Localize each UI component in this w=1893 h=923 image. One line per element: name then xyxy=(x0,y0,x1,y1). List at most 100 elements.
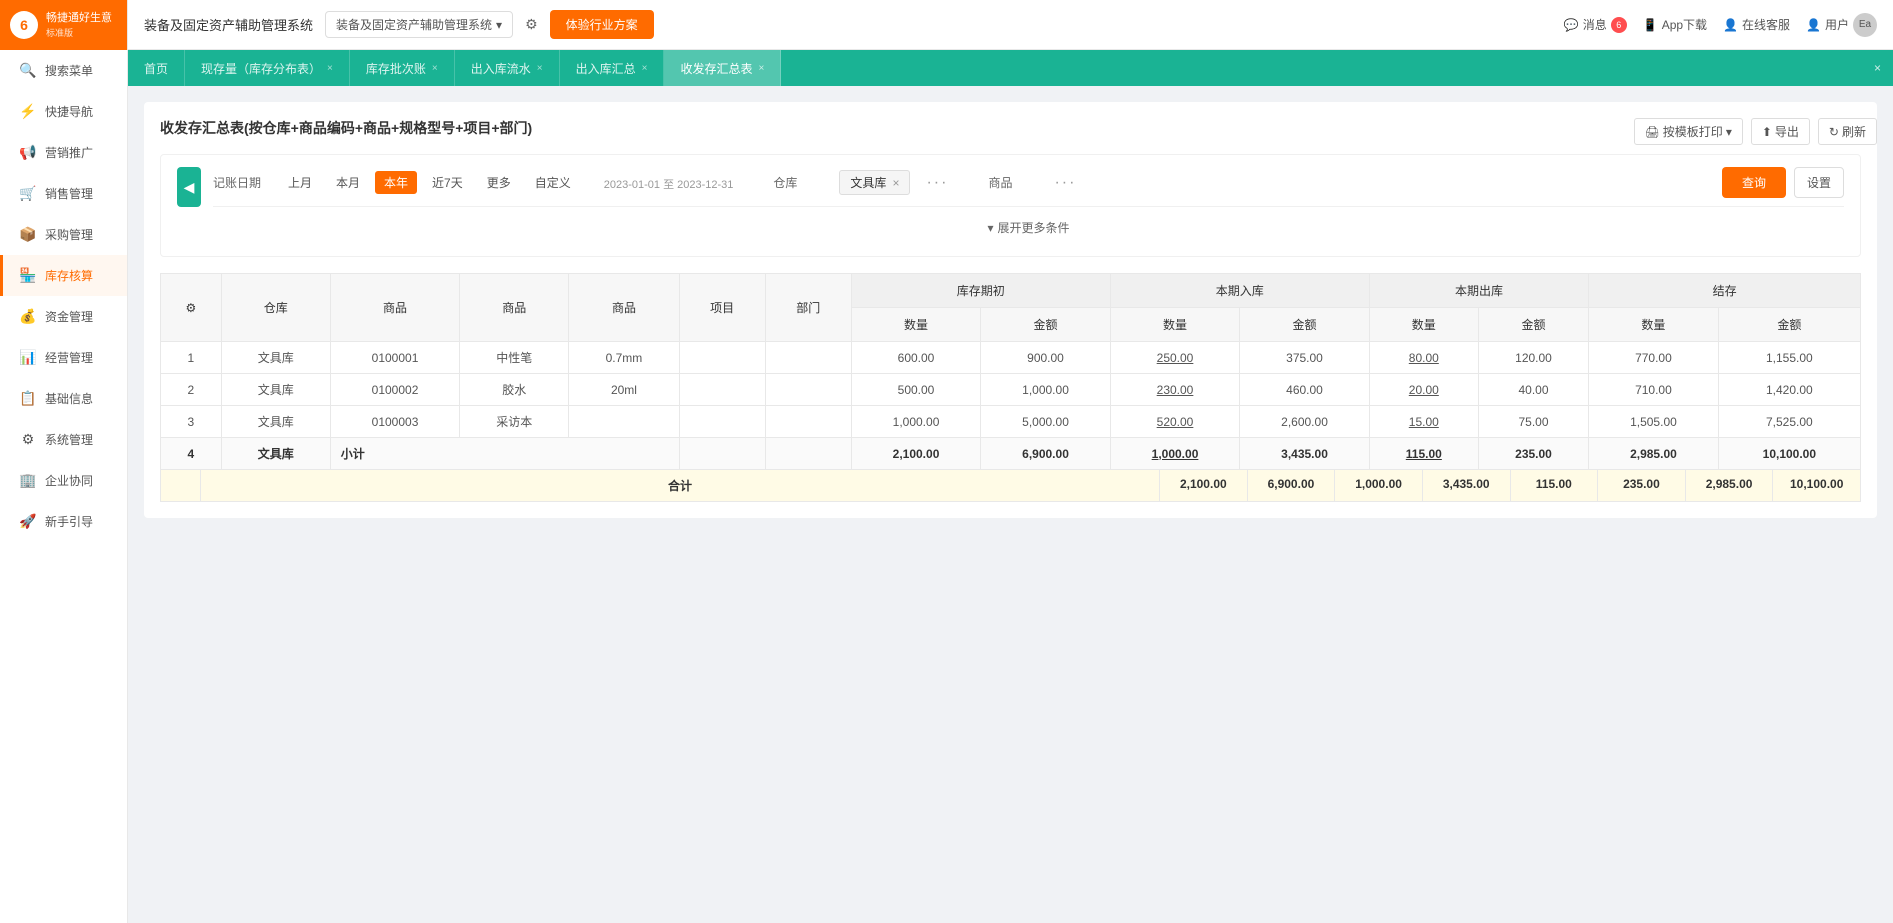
filter-content: 记账日期 上月 本月 本年 近7天 更多 自定义 2023-01-01 至 20… xyxy=(213,167,1844,244)
sidebar-item-quick-nav[interactable]: ⚡ 快捷导航 xyxy=(0,91,127,132)
row-close-qty: 770.00 xyxy=(1589,342,1719,374)
basic-info-icon: 📋 xyxy=(19,390,37,407)
sidebar-item-label: 系统管理 xyxy=(45,431,93,448)
tab-flow[interactable]: 出入库流水 × xyxy=(455,50,560,86)
row-dept xyxy=(765,406,851,438)
tab-batch[interactable]: 库存批次账 × xyxy=(350,50,455,86)
col-settings[interactable]: ⚙ xyxy=(161,274,222,342)
sidebar-item-marketing[interactable]: 📢 营销推广 xyxy=(0,132,127,173)
experience-btn[interactable]: 体验行业方案 xyxy=(550,10,654,39)
col-spec-header: 商品 xyxy=(569,274,679,342)
row-in-qty[interactable]: 230.00 xyxy=(1110,374,1240,406)
tab-summary-out[interactable]: 出入库汇总 × xyxy=(560,50,665,86)
subtotal-open-qty: 2,100.00 xyxy=(851,438,981,470)
col-warehouse-header: 仓库 xyxy=(221,274,330,342)
filter-collapse-btn[interactable]: ◀ xyxy=(177,167,201,207)
header-left: 装备及固定资产辅助管理系统 装备及固定资产辅助管理系统 ▾ ⚙ 体验行业方案 xyxy=(144,10,654,39)
sidebar-item-sales[interactable]: 🛒 销售管理 xyxy=(0,173,127,214)
warehouse-remove-icon[interactable]: × xyxy=(892,176,899,190)
tab-home[interactable]: 首页 xyxy=(128,50,185,86)
refresh-btn[interactable]: ↻ 刷新 xyxy=(1818,118,1877,145)
date-btn-custom[interactable]: 自定义 xyxy=(526,171,580,194)
date-btn-this-year[interactable]: 本年 xyxy=(375,171,417,194)
message-btn[interactable]: 💬 消息 6 xyxy=(1564,16,1627,33)
sidebar-item-enterprise[interactable]: 🏢 企业协同 xyxy=(0,460,127,501)
app-logo[interactable]: 6 畅捷通好生意 标准版 xyxy=(0,0,127,50)
table-row: 3 文具库 0100003 采访本 1,000.00 5,000.00 520.… xyxy=(161,406,1861,438)
row-close-amt: 7,525.00 xyxy=(1718,406,1860,438)
date-btn-last-month[interactable]: 上月 xyxy=(279,171,321,194)
warehouse-tag: 文具库 × xyxy=(839,170,910,195)
subtotal-out-amt: 235.00 xyxy=(1478,438,1588,470)
col-opening-header: 库存期初 xyxy=(851,274,1110,308)
sidebar-item-label: 新手引导 xyxy=(45,513,93,530)
row-in-qty[interactable]: 250.00 xyxy=(1110,342,1240,374)
date-btn-this-month[interactable]: 本月 xyxy=(327,171,369,194)
sidebar-item-purchase[interactable]: 📦 采购管理 xyxy=(0,214,127,255)
row-out-qty[interactable]: 80.00 xyxy=(1369,342,1478,374)
system-title: 装备及固定资产辅助管理系统 xyxy=(144,15,313,34)
template-print-btn[interactable]: 🖨 按模板打印 ▾ xyxy=(1634,118,1743,145)
tab-close-icon[interactable]: × xyxy=(758,63,764,74)
tab-receive-send[interactable]: 收发存汇总表 × xyxy=(664,50,781,86)
row-out-qty[interactable]: 20.00 xyxy=(1369,374,1478,406)
filter-settings-btn[interactable]: 设置 xyxy=(1794,167,1844,198)
row-name: 胶水 xyxy=(460,374,569,406)
row-open-amt: 5,000.00 xyxy=(981,406,1111,438)
tab-close-icon[interactable]: × xyxy=(432,63,438,74)
export-btn[interactable]: ⬆ 导出 xyxy=(1751,118,1810,145)
subtotal-seq: 4 xyxy=(161,438,222,470)
row-in-amt: 2,600.00 xyxy=(1240,406,1370,438)
row-in-amt: 375.00 xyxy=(1240,342,1370,374)
row-spec: 0.7mm xyxy=(569,342,679,374)
main-content: 收发存汇总表(按仓库+商品编码+商品+规格型号+项目+部门) 🖨 按模板打印 ▾… xyxy=(128,86,1893,923)
chevron-down-icon: ▾ xyxy=(1726,125,1732,139)
goods-more-dots[interactable]: ··· xyxy=(1054,174,1076,192)
sidebar-item-system[interactable]: ⚙ 系统管理 xyxy=(0,419,127,460)
content-area: 收发存汇总表(按仓库+商品编码+商品+规格型号+项目+部门) 🖨 按模板打印 ▾… xyxy=(144,102,1877,518)
goods-label: 商品 xyxy=(988,174,1038,191)
sidebar-item-inventory[interactable]: 🏪 库存核算 xyxy=(0,255,127,296)
user-btn[interactable]: 👤 用户 Ea xyxy=(1806,13,1877,37)
tabbar-close-btn[interactable]: × xyxy=(1862,50,1893,86)
sidebar-item-beginner[interactable]: 🚀 新手引导 xyxy=(0,501,127,542)
table-row: 2 文具库 0100002 胶水 20ml 500.00 1,000.00 23… xyxy=(161,374,1861,406)
subtotal-open-amt: 6,900.00 xyxy=(981,438,1111,470)
date-btn-more[interactable]: 更多 xyxy=(478,171,520,194)
row-out-qty[interactable]: 15.00 xyxy=(1369,406,1478,438)
sidebar-item-label: 营销推广 xyxy=(45,144,93,161)
app-download-btn[interactable]: 📱 App下载 xyxy=(1643,16,1707,33)
row-warehouse: 文具库 xyxy=(221,342,330,374)
tab-close-icon[interactable]: × xyxy=(327,63,333,74)
header-right: 💬 消息 6 📱 App下载 👤 在线客服 👤 用户 Ea xyxy=(1564,13,1877,37)
table-row: 1 文具库 0100001 中性笔 0.7mm 600.00 900.00 25… xyxy=(161,342,1861,374)
user-icon: 👤 xyxy=(1806,18,1821,32)
gear-settings-icon[interactable]: ⚙ xyxy=(525,16,538,33)
row-spec: 20ml xyxy=(569,374,679,406)
tab-close-icon[interactable]: × xyxy=(537,63,543,74)
date-btn-7days[interactable]: 近7天 xyxy=(423,171,472,194)
tab-close-icon[interactable]: × xyxy=(642,63,648,74)
row-seq: 2 xyxy=(161,374,222,406)
warehouse-more-dots[interactable]: ··· xyxy=(926,174,948,192)
sidebar-item-operations[interactable]: 📊 经营管理 xyxy=(0,337,127,378)
system-dropdown[interactable]: 装备及固定资产辅助管理系统 ▾ xyxy=(325,11,513,38)
row-dept xyxy=(765,342,851,374)
warehouse-label: 仓库 xyxy=(773,174,823,191)
inventory-icon: 🏪 xyxy=(19,267,37,284)
subtotal-out-qty[interactable]: 115.00 xyxy=(1369,438,1478,470)
sidebar-item-label: 资金管理 xyxy=(45,308,93,325)
expand-conditions-btn[interactable]: ▾ 展开更多条件 xyxy=(979,215,1077,240)
row-in-qty[interactable]: 520.00 xyxy=(1110,406,1240,438)
tab-label: 收发存汇总表 xyxy=(680,60,752,77)
tab-stock-dist[interactable]: 现存量（库存分布表） × xyxy=(185,50,350,86)
sidebar-item-basic-info[interactable]: 📋 基础信息 xyxy=(0,378,127,419)
gear-icon: ⚙ xyxy=(185,301,196,315)
date-buttons: 上月 本月 本年 近7天 更多 自定义 xyxy=(279,171,580,194)
query-btn[interactable]: 查询 xyxy=(1722,167,1786,198)
sidebar-item-search[interactable]: 🔍 搜索菜单 xyxy=(0,50,127,91)
subtotal-in-qty[interactable]: 1,000.00 xyxy=(1110,438,1240,470)
online-service-btn[interactable]: 👤 在线客服 xyxy=(1723,16,1790,33)
filter-divider xyxy=(213,206,1844,207)
sidebar-item-finance[interactable]: 💰 资金管理 xyxy=(0,296,127,337)
